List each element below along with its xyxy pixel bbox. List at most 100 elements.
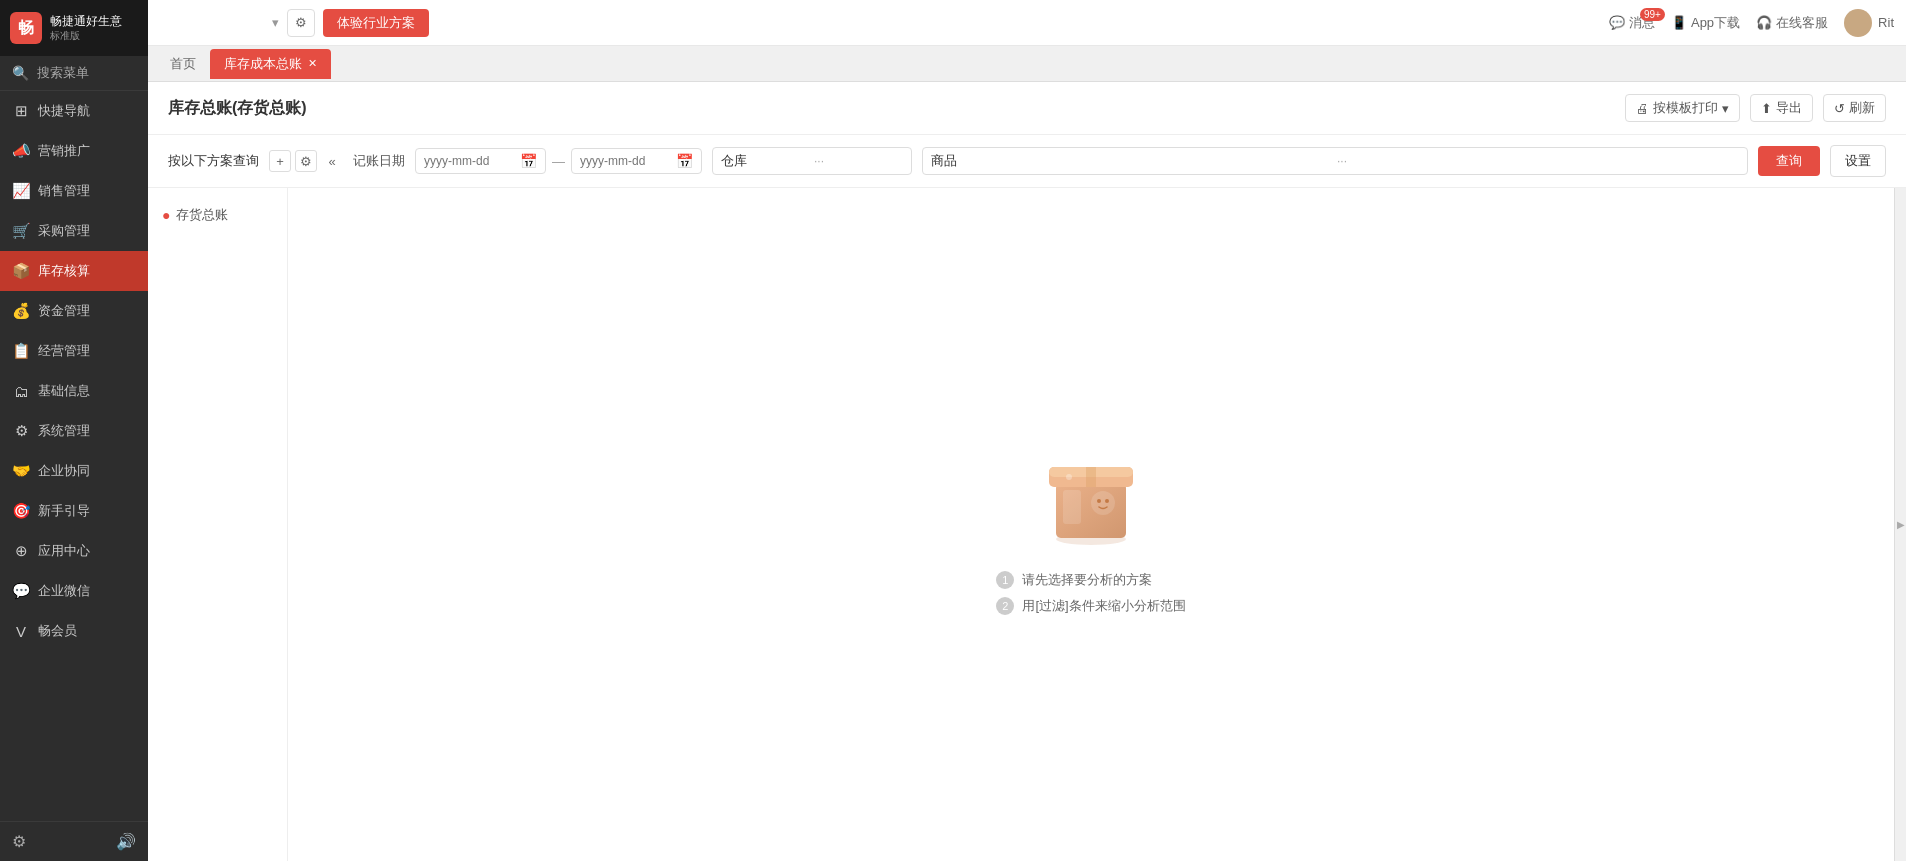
sales-icon: 📈 xyxy=(12,182,30,200)
sidebar-item-label: 经营管理 xyxy=(38,342,90,360)
sidebar-item-label: 畅会员 xyxy=(38,622,77,640)
export-label: 导出 xyxy=(1776,99,1802,117)
sidebar-item-label: 营销推广 xyxy=(38,142,90,160)
sidebar-item-cooperation[interactable]: 🤝 企业协同 xyxy=(0,451,148,491)
username-label: Rit xyxy=(1878,15,1894,30)
sidebar-item-quick-nav[interactable]: ⊞ 快捷导航 xyxy=(0,91,148,131)
refresh-label: 刷新 xyxy=(1849,99,1875,117)
warehouse-select[interactable]: 仓库 ··· xyxy=(712,147,912,175)
export-icon: ⬆ xyxy=(1761,101,1772,116)
purchase-icon: 🛒 xyxy=(12,222,30,240)
filter-bar: 按以下方案查询 + ⚙ « 记账日期 📅 — xyxy=(148,135,1906,188)
print-label: 按模板打印 xyxy=(1653,99,1718,117)
basics-icon: 🗂 xyxy=(12,383,30,400)
phone-icon: 📱 xyxy=(1671,15,1687,30)
tab-home[interactable]: 首页 xyxy=(156,49,210,79)
warehouse-more-icon: ··· xyxy=(814,154,903,168)
sidebar-item-sales[interactable]: 📈 销售管理 xyxy=(0,171,148,211)
user-avatar[interactable]: Rit xyxy=(1844,9,1894,37)
date-to-input[interactable]: 📅 xyxy=(571,148,702,174)
print-button[interactable]: 🖨 按模板打印 ▾ xyxy=(1625,94,1740,122)
empty-hint-1: 1 请先选择要分析的方案 xyxy=(996,567,1185,593)
breadcrumb-dropdown-icon[interactable]: ▾ xyxy=(272,15,279,30)
page-header: 库存总账(存货总账) 🖨 按模板打印 ▾ ⬆ 导出 ↺ 刷新 xyxy=(148,82,1906,135)
tab-inventory-label: 库存成本总账 xyxy=(224,55,302,73)
topbar-settings-btn[interactable]: ⚙ xyxy=(287,9,315,37)
calendar-from-icon[interactable]: 📅 xyxy=(520,153,537,169)
collapse-filter-button[interactable]: « xyxy=(321,150,343,172)
settings-bottom-icon[interactable]: ⚙ xyxy=(12,832,26,851)
sidebar-search-menu[interactable]: 🔍 搜索菜单 xyxy=(0,56,148,91)
gear-icon: ⚙ xyxy=(295,15,307,30)
sidebar-menu: ⊞ 快捷导航 📣 营销推广 📈 销售管理 🛒 采购管理 📦 库存核算 💰 资金管… xyxy=(0,91,148,821)
breadcrumb-text xyxy=(160,14,264,32)
main-area: ▾ ⚙ 体验行业方案 💬 消息 99+ 📱 App下载 🎧 在线客服 Ri xyxy=(148,0,1906,861)
operations-icon: 📋 xyxy=(12,342,30,360)
goods-select[interactable]: 商品 ··· xyxy=(922,147,1748,175)
inventory-icon: 📦 xyxy=(12,262,30,280)
calendar-to-icon[interactable]: 📅 xyxy=(676,153,693,169)
sidebar-item-label: 快捷导航 xyxy=(38,102,90,120)
date-from-input[interactable]: 📅 xyxy=(415,148,546,174)
tab-close-icon[interactable]: ✕ xyxy=(308,57,317,70)
search-icon: 🔍 xyxy=(12,65,29,81)
settings-button[interactable]: 设置 xyxy=(1830,145,1886,177)
audio-bottom-icon[interactable]: 🔊 xyxy=(116,832,136,851)
topbar: ▾ ⚙ 体验行业方案 💬 消息 99+ 📱 App下载 🎧 在线客服 Ri xyxy=(148,0,1906,46)
svg-point-7 xyxy=(1066,474,1072,480)
sidebar-item-purchase[interactable]: 🛒 采购管理 xyxy=(0,211,148,251)
sidebar-item-label: 基础信息 xyxy=(38,382,90,400)
sidebar-item-system[interactable]: ⚙ 系统管理 xyxy=(0,411,148,451)
right-panel-toggle[interactable]: ▶ xyxy=(1894,188,1906,861)
export-button[interactable]: ⬆ 导出 xyxy=(1750,94,1813,122)
filter-row: 按以下方案查询 + ⚙ « 记账日期 📅 — xyxy=(168,145,1886,177)
topbar-left: ▾ ⚙ 体验行业方案 xyxy=(160,9,1609,37)
online-service-link[interactable]: 🎧 在线客服 xyxy=(1756,14,1828,32)
print-dropdown-icon[interactable]: ▾ xyxy=(1722,101,1729,116)
app-download-link[interactable]: 📱 App下载 xyxy=(1671,14,1740,32)
sidebar-item-marketing[interactable]: 📣 营销推广 xyxy=(0,131,148,171)
date-field-label: 记账日期 xyxy=(353,152,405,170)
notification-bell[interactable]: 💬 消息 99+ xyxy=(1609,14,1655,32)
logo-icon: 畅 xyxy=(10,12,42,44)
sidebar-item-newbie[interactable]: 🎯 新手引导 xyxy=(0,491,148,531)
sidebar-item-label: 企业微信 xyxy=(38,582,90,600)
scheme-dot-icon: ● xyxy=(162,207,170,223)
svg-rect-3 xyxy=(1063,490,1081,524)
tab-inventory-cost[interactable]: 库存成本总账 ✕ xyxy=(210,49,331,79)
sidebar-item-label: 资金管理 xyxy=(38,302,90,320)
sidebar-item-operations[interactable]: 📋 经营管理 xyxy=(0,331,148,371)
filter-action-buttons: + ⚙ « xyxy=(269,150,343,172)
industry-solution-button[interactable]: 体验行业方案 xyxy=(323,9,429,37)
edit-filter-button[interactable]: ⚙ xyxy=(295,150,317,172)
quick-nav-icon: ⊞ xyxy=(12,102,30,120)
goods-more-icon: ··· xyxy=(1337,154,1739,168)
logo-subtitle: 标准版 xyxy=(50,29,122,43)
refresh-button[interactable]: ↺ 刷新 xyxy=(1823,94,1886,122)
sidebar-item-basics[interactable]: 🗂 基础信息 xyxy=(0,371,148,411)
online-service-label: 在线客服 xyxy=(1776,14,1828,32)
edit-icon: ⚙ xyxy=(300,154,312,169)
svg-point-8 xyxy=(1091,491,1115,515)
sidebar-item-inventory[interactable]: 📦 库存核算 xyxy=(0,251,148,291)
message-icon: 💬 xyxy=(1609,15,1625,30)
sidebar-item-label: 采购管理 xyxy=(38,222,90,240)
date-to-field[interactable] xyxy=(580,154,670,168)
sidebar-item-wechat[interactable]: 💬 企业微信 xyxy=(0,571,148,611)
scheme-item-inventory-ledger[interactable]: ● 存货总账 xyxy=(148,198,287,232)
finance-icon: 💰 xyxy=(12,302,30,320)
date-from-field[interactable] xyxy=(424,154,514,168)
page-title: 库存总账(存货总账) xyxy=(168,98,307,119)
empty-box-svg xyxy=(1031,431,1151,551)
sidebar-item-apps[interactable]: ⊕ 应用中心 xyxy=(0,531,148,571)
query-button[interactable]: 查询 xyxy=(1758,146,1820,176)
topbar-right: 💬 消息 99+ 📱 App下载 🎧 在线客服 Rit xyxy=(1609,9,1894,37)
svg-point-10 xyxy=(1105,499,1109,503)
add-filter-button[interactable]: + xyxy=(269,150,291,172)
sidebar-item-vip[interactable]: V 畅会员 xyxy=(0,611,148,651)
empty-state: 1 请先选择要分析的方案 2 用[过滤]条件来缩小分析范围 xyxy=(996,431,1185,619)
sidebar-item-finance[interactable]: 💰 资金管理 xyxy=(0,291,148,331)
avatar-img xyxy=(1844,9,1872,37)
svg-rect-6 xyxy=(1086,467,1096,487)
sidebar-bottom: ⚙ 🔊 xyxy=(0,821,148,861)
